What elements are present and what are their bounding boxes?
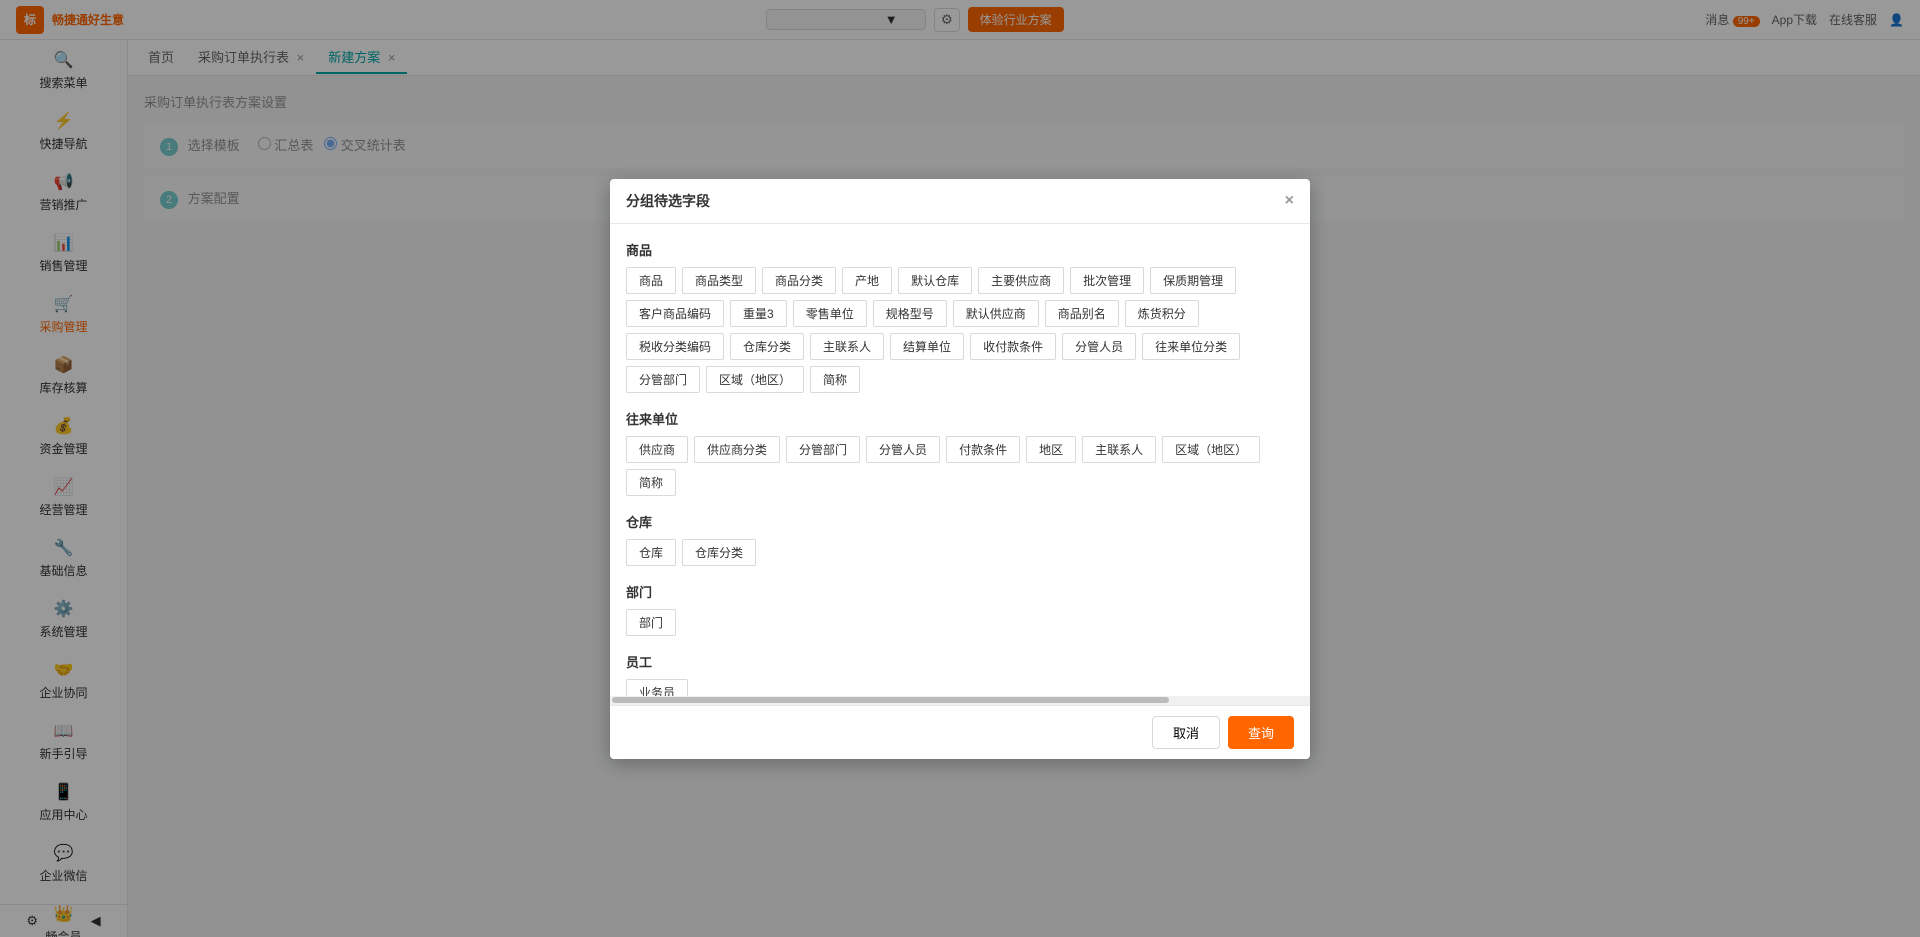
field-tag[interactable]: 供应商分类 <box>694 436 780 463</box>
field-tag[interactable]: 商品 <box>626 267 676 294</box>
modal-overlay: 分组待选字段 × 商品 商品 商品类型 商品分类 产地 默认仓库 主要供应商 批… <box>0 0 1920 937</box>
field-tag[interactable]: 重量3 <box>730 300 787 327</box>
field-tag[interactable]: 分管人员 <box>866 436 940 463</box>
group-title-dept: 部门 <box>626 582 1294 601</box>
field-group-partner: 往来单位 供应商 供应商分类 分管部门 分管人员 付款条件 地区 主联系人 区域… <box>626 409 1294 496</box>
field-tag[interactable]: 商品分类 <box>762 267 836 294</box>
field-tag[interactable]: 供应商 <box>626 436 688 463</box>
modal-close-button[interactable]: × <box>1285 192 1294 210</box>
field-tag[interactable]: 仓库分类 <box>682 539 756 566</box>
field-tag[interactable]: 往来单位分类 <box>1142 333 1240 360</box>
field-group-warehouse: 仓库 仓库 仓库分类 <box>626 512 1294 566</box>
group-title-warehouse: 仓库 <box>626 512 1294 531</box>
field-tag[interactable]: 规格型号 <box>873 300 947 327</box>
group-title-partner: 往来单位 <box>626 409 1294 428</box>
field-tag[interactable]: 简称 <box>626 469 676 496</box>
group-title-employee: 员工 <box>626 652 1294 671</box>
product-fields: 商品 商品类型 商品分类 产地 默认仓库 主要供应商 批次管理 保质期管理 客户… <box>626 267 1294 393</box>
field-tag[interactable]: 业务员 <box>626 679 688 696</box>
group-title-product: 商品 <box>626 240 1294 259</box>
field-tag[interactable]: 部门 <box>626 609 676 636</box>
field-tag[interactable]: 主联系人 <box>1082 436 1156 463</box>
modal-header: 分组待选字段 × <box>610 179 1310 224</box>
employee-fields: 业务员 <box>626 679 1294 696</box>
field-tag[interactable]: 地区 <box>1026 436 1076 463</box>
field-tag[interactable]: 简称 <box>810 366 860 393</box>
dept-fields: 部门 <box>626 609 1294 636</box>
field-tag[interactable]: 商品别名 <box>1045 300 1119 327</box>
confirm-button[interactable]: 查询 <box>1228 716 1294 749</box>
field-tag[interactable]: 分管人员 <box>1062 333 1136 360</box>
field-group-dept: 部门 部门 <box>626 582 1294 636</box>
field-tag[interactable]: 主联系人 <box>810 333 884 360</box>
field-tag[interactable]: 税收分类编码 <box>626 333 724 360</box>
field-tag[interactable]: 分管部门 <box>786 436 860 463</box>
field-tag[interactable]: 默认仓库 <box>898 267 972 294</box>
cancel-button[interactable]: 取消 <box>1152 716 1220 749</box>
field-tag[interactable]: 产地 <box>842 267 892 294</box>
field-tag[interactable]: 保质期管理 <box>1150 267 1236 294</box>
field-tag[interactable]: 分管部门 <box>626 366 700 393</box>
field-tag[interactable]: 结算单位 <box>890 333 964 360</box>
field-tag[interactable]: 主要供应商 <box>978 267 1064 294</box>
field-tag[interactable]: 批次管理 <box>1070 267 1144 294</box>
field-tag[interactable]: 收付款条件 <box>970 333 1056 360</box>
modal-body: 商品 商品 商品类型 商品分类 产地 默认仓库 主要供应商 批次管理 保质期管理… <box>610 224 1310 696</box>
modal-footer: 取消 查询 <box>610 705 1310 759</box>
modal-title: 分组待选字段 <box>626 191 710 211</box>
warehouse-fields: 仓库 仓库分类 <box>626 539 1294 566</box>
field-tag[interactable]: 仓库 <box>626 539 676 566</box>
field-group-employee: 员工 业务员 <box>626 652 1294 696</box>
field-tag[interactable]: 炼货积分 <box>1125 300 1199 327</box>
field-tag[interactable]: 客户商品编码 <box>626 300 724 327</box>
field-tag[interactable]: 商品类型 <box>682 267 756 294</box>
field-tag[interactable]: 零售单位 <box>793 300 867 327</box>
field-tag[interactable]: 付款条件 <box>946 436 1020 463</box>
field-group-product: 商品 商品 商品类型 商品分类 产地 默认仓库 主要供应商 批次管理 保质期管理… <box>626 240 1294 393</box>
modal-horizontal-scrollbar[interactable] <box>610 696 1310 705</box>
field-tag[interactable]: 区域（地区） <box>1162 436 1260 463</box>
modal-container: 分组待选字段 × 商品 商品 商品类型 商品分类 产地 默认仓库 主要供应商 批… <box>610 179 1310 759</box>
partner-fields: 供应商 供应商分类 分管部门 分管人员 付款条件 地区 主联系人 区域（地区） … <box>626 436 1294 496</box>
field-tag[interactable]: 仓库分类 <box>730 333 804 360</box>
field-tag[interactable]: 默认供应商 <box>953 300 1039 327</box>
field-tag[interactable]: 区域（地区） <box>706 366 804 393</box>
